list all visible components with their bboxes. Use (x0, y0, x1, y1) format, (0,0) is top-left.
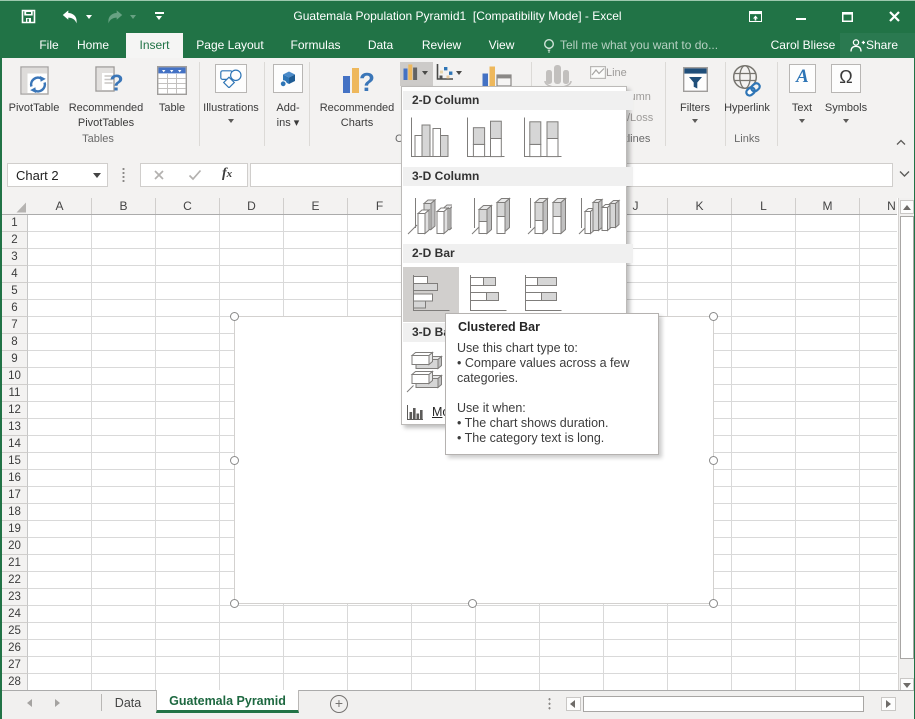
svg-text:?: ? (359, 67, 374, 97)
svg-text:?: ? (110, 70, 124, 96)
